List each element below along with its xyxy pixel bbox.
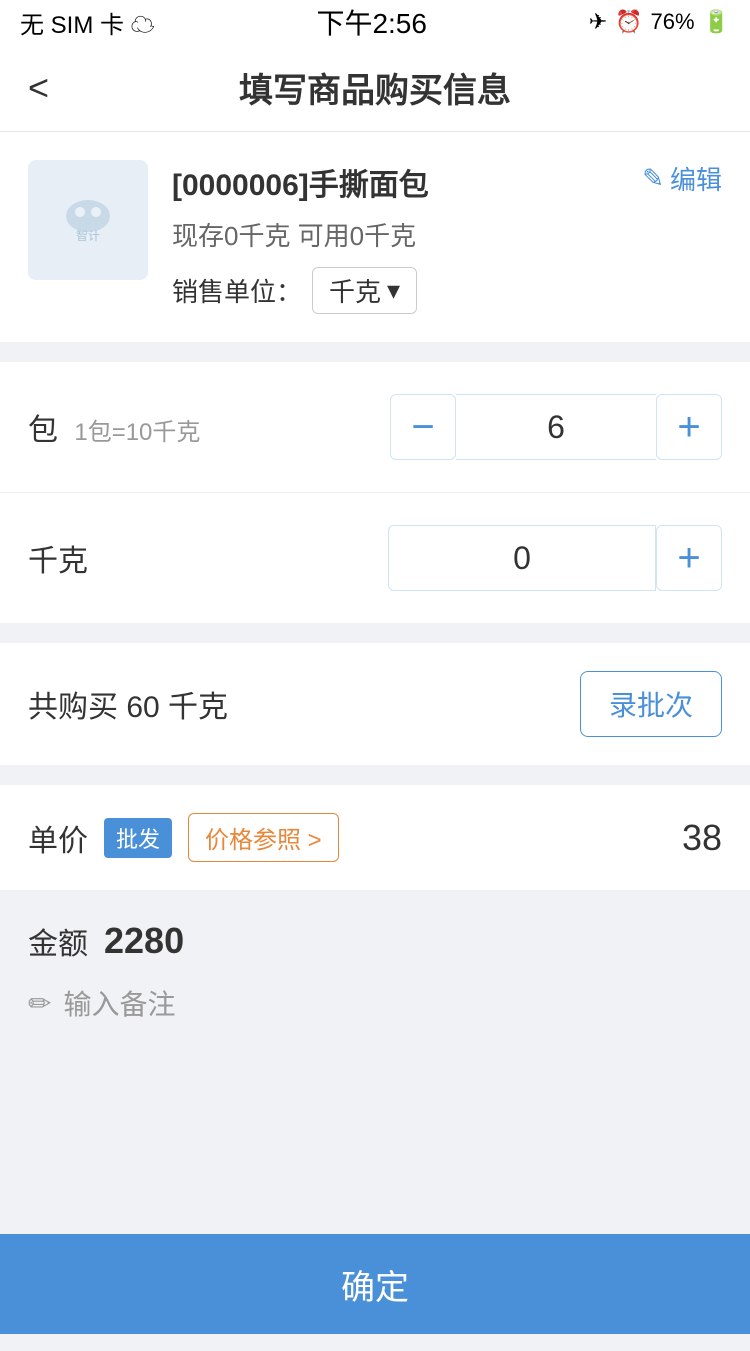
bag-label: 包 1包=10千克: [28, 405, 390, 449]
kg-label: 千克: [28, 536, 388, 580]
status-right: ✈ ⏰ 76% 🔋: [589, 9, 730, 35]
amount-section: 金额 2280 ✏ 输入备注: [0, 891, 750, 1051]
price-section: 单价 批发 价格参照 > 38: [0, 785, 750, 891]
unit-label: 销售单位：: [172, 272, 302, 309]
back-button[interactable]: <: [28, 67, 49, 109]
note-row[interactable]: ✏ 输入备注: [28, 983, 722, 1023]
status-bar: 无 SIM 卡 ☁ 下午2:56 ✈ ⏰ 76% 🔋: [0, 0, 750, 44]
kg-input-row: 千克 +: [0, 493, 750, 623]
alarm-icon: ⏰: [615, 9, 642, 35]
summary-section: 共购买 60 千克 录批次: [0, 643, 750, 765]
kg-plus-button[interactable]: +: [656, 525, 722, 591]
unit-value: 千克: [329, 272, 381, 309]
price-value: 38: [682, 817, 722, 859]
amount-value: 2280: [104, 920, 184, 962]
price-badge: 批发: [104, 818, 172, 858]
unit-select[interactable]: 千克 ▾: [312, 267, 417, 314]
edit-label: 编辑: [670, 160, 722, 197]
location-icon: ✈: [589, 9, 607, 35]
summary-text: 共购买 60 千克: [28, 682, 228, 726]
bag-sub-label: 1包=10千克: [74, 419, 200, 446]
unit-chevron-icon: ▾: [387, 275, 400, 306]
battery-icon: 🔋: [703, 9, 730, 35]
input-section: 包 1包=10千克 − + 千克 +: [0, 362, 750, 623]
batch-button[interactable]: 录批次: [580, 671, 722, 737]
bag-minus-button[interactable]: −: [390, 394, 456, 460]
status-time: 下午2:56: [316, 2, 427, 42]
nav-bar: < 填写商品购买信息: [0, 44, 750, 132]
edit-icon: ✎: [642, 163, 664, 194]
product-section: 智计 [0000006]手撕面包 现存0千克 可用0千克 销售单位： 千克 ▾ …: [0, 132, 750, 342]
price-row: 单价 批发 价格参照 > 38: [28, 813, 722, 862]
bag-qty-control: − +: [390, 394, 722, 460]
confirm-bar[interactable]: 确定: [0, 1234, 750, 1334]
price-label: 单价: [28, 816, 88, 860]
amount-row: 金额 2280: [28, 919, 722, 963]
bag-plus-button[interactable]: +: [656, 394, 722, 460]
svg-text:智计: 智计: [76, 228, 100, 243]
product-info: [0000006]手撕面包 现存0千克 可用0千克 销售单位： 千克 ▾: [172, 160, 722, 314]
kg-qty-control: +: [388, 525, 722, 591]
product-stock: 现存0千克 可用0千克: [172, 216, 722, 253]
bag-qty-input[interactable]: [456, 394, 656, 460]
product-name: [0000006]手撕面包: [172, 160, 722, 204]
sim-status: 无 SIM 卡 ☁: [20, 5, 155, 40]
battery-level: 76%: [651, 9, 695, 35]
product-image: 智计: [28, 160, 148, 280]
price-ref-button[interactable]: 价格参照 >: [188, 813, 339, 862]
page-title: 填写商品购买信息: [239, 63, 511, 112]
note-placeholder: 输入备注: [63, 983, 175, 1023]
status-left: 无 SIM 卡 ☁: [20, 5, 155, 40]
kg-qty-input[interactable]: [388, 525, 656, 591]
edit-button[interactable]: ✎ 编辑: [642, 160, 722, 197]
product-unit-row: 销售单位： 千克 ▾: [172, 267, 722, 314]
confirm-button[interactable]: 确定: [341, 1260, 409, 1309]
product-logo-icon: 智计: [58, 190, 118, 250]
bag-input-row: 包 1包=10千克 − +: [0, 362, 750, 493]
pencil-icon: ✏: [28, 987, 51, 1020]
amount-label: 金额: [28, 919, 88, 963]
